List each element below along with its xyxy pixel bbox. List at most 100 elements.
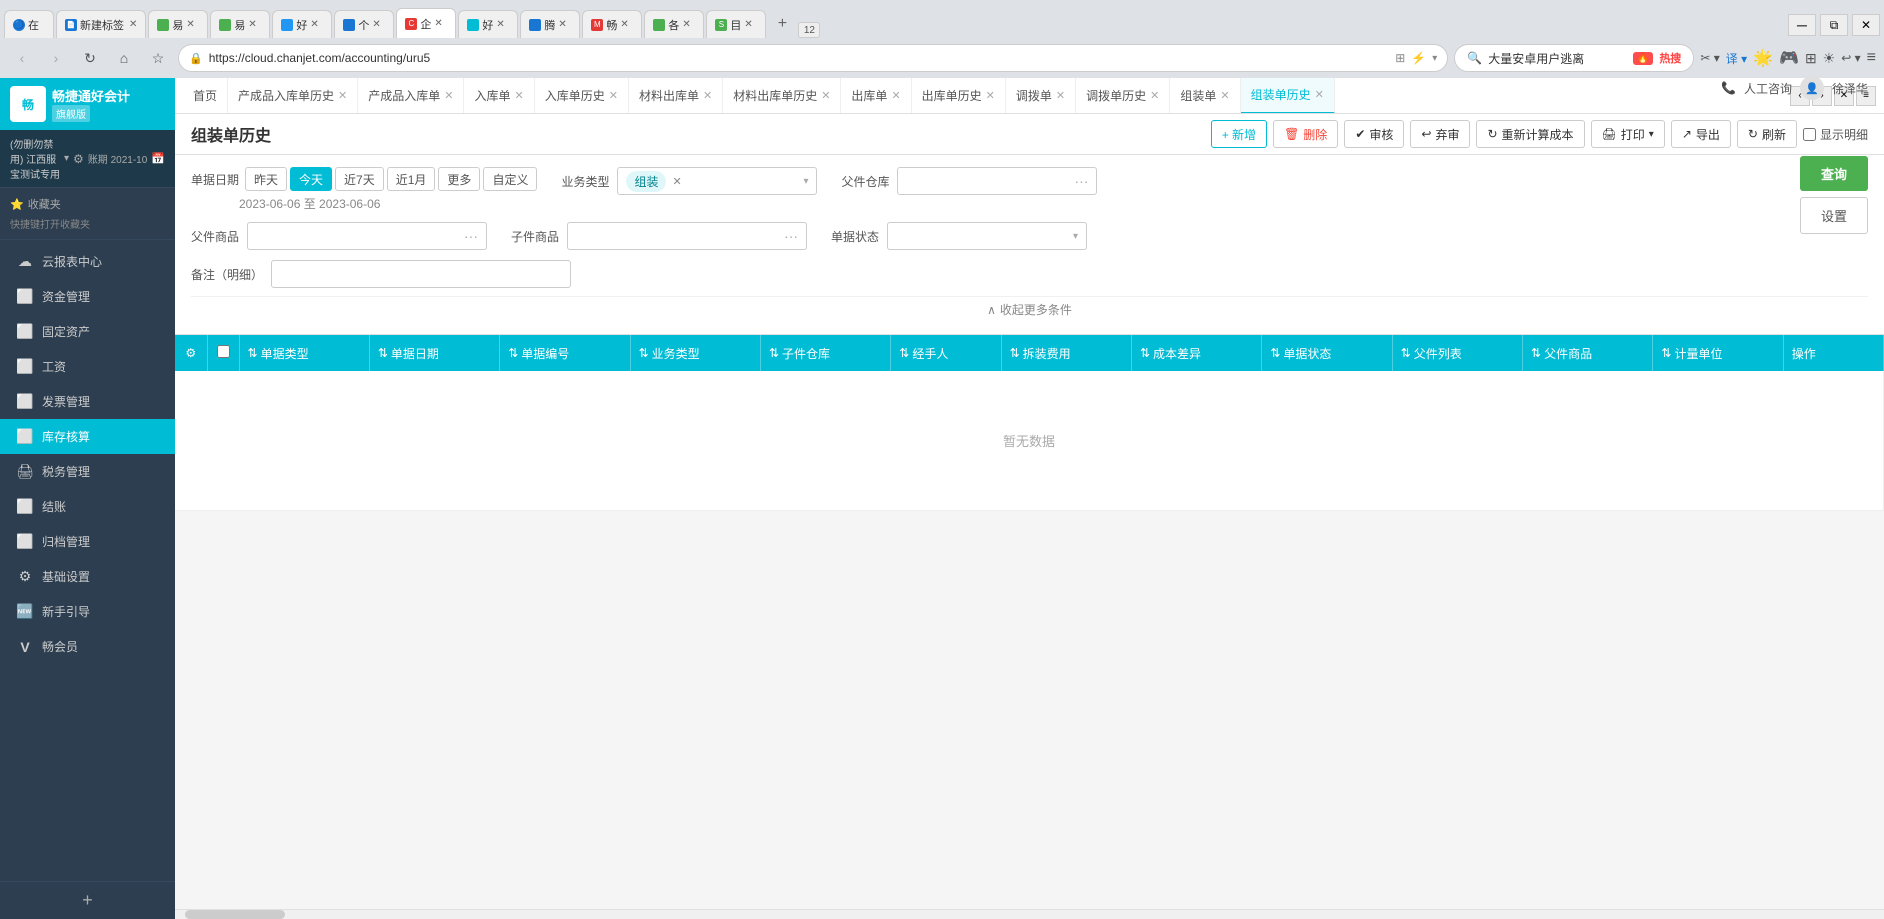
toolbar-grid[interactable]: ⊞ [1805,50,1817,67]
browser-tab-3[interactable]: 易 ✕ [148,10,208,38]
tab-close-icon[interactable]: ✕ [703,89,712,102]
settings-icon[interactable]: ⚙ [73,152,84,166]
date-custom[interactable]: 自定义 [483,167,537,191]
browser-tab-2[interactable]: 📄 新建标签 ✕ [56,10,146,38]
sidebar-item-fund[interactable]: ⬜ 资金管理 [0,279,175,314]
new-tab-button[interactable]: + [768,10,796,38]
dotdotdot-3[interactable]: ··· [784,228,798,244]
th-doc-date[interactable]: ⇅单据日期 [369,335,499,371]
toolbar-game[interactable]: 🎮 [1779,48,1799,68]
nav-forward[interactable]: › [42,44,70,72]
date-today[interactable]: 今天 [290,167,332,191]
sidebar-item-tax[interactable]: 🖨 税务管理 [0,454,175,489]
tab-home[interactable]: 首页 [183,78,228,114]
print-btn[interactable]: 🖨 打印 ▾ [1591,120,1665,148]
toolbar-scissors[interactable]: ✂ ▾ [1700,51,1719,65]
biz-type-tag-close[interactable]: ✕ [672,175,681,188]
sidebar-item-archive[interactable]: ⬜ 归档管理 [0,524,175,559]
th-unit[interactable]: ⇅计量单位 [1653,335,1783,371]
th-handler[interactable]: ⇅经手人 [891,335,1001,371]
company-selector[interactable]: (勿删勿禁用) 江西服宝测试专用 ▾ ⚙ 账期 2021-10 📅 [0,130,175,188]
tab-in-order-history[interactable]: 入库单历史 ✕ [535,78,629,114]
toolbar-brightness[interactable]: ☀ [1823,50,1836,67]
tab-close-icon[interactable]: ✕ [1315,88,1324,101]
th-biz-type[interactable]: ⇅业务类型 [630,335,760,371]
toolbar-menu[interactable]: ≡ [1867,49,1876,67]
dotdotdot-1[interactable]: ··· [1074,173,1088,189]
tab-close-icon[interactable]: ✕ [986,89,995,102]
qr-icon[interactable]: ⊞ [1395,51,1405,65]
tab-close-icon[interactable]: ✕ [1220,89,1229,102]
th-doc-status[interactable]: ⇅单据状态 [1262,335,1392,371]
boost-icon[interactable]: ⚡ [1411,51,1426,65]
th-doc-type[interactable]: ⇅单据类型 [239,335,369,371]
sidebar-item-fixed-assets[interactable]: ⬜ 固定资产 [0,314,175,349]
refresh-btn[interactable]: ↻ 刷新 [1737,120,1797,148]
tab-assembly-history[interactable]: 组装单历史 ✕ [1241,78,1335,114]
browser-tab-5[interactable]: 好 ✕ [272,10,332,38]
tab-close[interactable]: ✕ [186,19,194,30]
nav-bookmark[interactable]: ☆ [144,44,172,72]
tab-close[interactable]: ✕ [129,19,137,30]
window-minimize[interactable]: ─ [1788,14,1816,36]
tab-close-icon[interactable]: ✕ [515,89,524,102]
browser-tab-7[interactable]: C 企 ✕ [396,8,456,38]
tab-production-in-history[interactable]: 产成品入库单历史 ✕ [228,78,358,114]
date-1month[interactable]: 近1月 [387,167,436,191]
th-cost-diff[interactable]: ⇅成本差异 [1131,335,1261,371]
doc-status-select[interactable]: ▾ [887,222,1087,250]
biz-type-dropdown[interactable]: ▾ [803,176,808,187]
parent-goods-input[interactable]: ··· [247,222,487,250]
tab-close[interactable]: ✕ [620,19,628,30]
address-bar[interactable]: 🔒 https://cloud.chanjet.com/accounting/u… [178,44,1448,72]
query-btn[interactable]: 查询 [1800,156,1868,191]
parent-warehouse-input[interactable]: ··· [897,167,1097,195]
collapse-btn[interactable]: ∧ 收起更多条件 [191,296,1868,322]
tab-close[interactable]: ✕ [310,19,318,30]
th-disassembly-fee[interactable]: ⇅拆装费用 [1001,335,1131,371]
tab-transfer-history[interactable]: 调拨单历史 ✕ [1076,78,1170,114]
address-dropdown[interactable]: ▾ [1432,53,1437,64]
date-more[interactable]: 更多 [438,167,480,191]
nav-home[interactable]: ⌂ [110,44,138,72]
toolbar-emoji[interactable]: 🌟 [1753,48,1773,68]
tab-close-icon[interactable]: ✕ [338,89,347,102]
browser-tab-10[interactable]: M 畅 ✕ [582,10,642,38]
nav-refresh[interactable]: ↻ [76,44,104,72]
tab-close[interactable]: ✕ [744,19,752,30]
toolbar-undo[interactable]: ↩ ▾ [1841,51,1860,65]
sidebar-item-payroll[interactable]: ⬜ 工资 [0,349,175,384]
browser-tab-4[interactable]: 易 ✕ [210,10,270,38]
browser-tab-11[interactable]: 各 ✕ [644,10,704,38]
tab-close[interactable]: ✕ [434,18,442,29]
tab-close[interactable]: ✕ [682,19,690,30]
browser-tab-8[interactable]: 好 ✕ [458,10,518,38]
sidebar-item-settings[interactable]: ⚙ 基础设置 [0,559,175,594]
tab-close-icon[interactable]: ✕ [1056,89,1065,102]
delete-btn[interactable]: 🗑 删除 [1273,120,1338,148]
settings-filter-btn[interactable]: 设置 [1800,197,1868,234]
tab-production-in[interactable]: 产成品入库单 ✕ [358,78,464,114]
sidebar-add-btn[interactable]: + [0,881,175,919]
tab-assembly[interactable]: 组装单 ✕ [1170,78,1240,114]
th-parent-goods[interactable]: ⇅父件商品 [1523,335,1653,371]
sidebar-item-settle[interactable]: ⬜ 结账 [0,489,175,524]
window-close[interactable]: ✕ [1852,14,1880,36]
tab-close-icon[interactable]: ✕ [891,89,900,102]
export-btn[interactable]: ↗ 导出 [1671,120,1731,148]
biz-type-input[interactable]: 组装 ✕ ▾ [617,167,817,195]
sidebar-item-invoice[interactable]: ⬜ 发票管理 [0,384,175,419]
date-yesterday[interactable]: 昨天 [245,167,287,191]
tab-material-out-history[interactable]: 材料出库单历史 ✕ [723,78,841,114]
date-7days[interactable]: 近7天 [335,167,384,191]
browser-tab-9[interactable]: 腾 ✕ [520,10,580,38]
bookmarks-shortcut[interactable]: 快捷键打开收藏夹 [10,212,165,231]
tab-close[interactable]: ✕ [248,19,256,30]
bookmarks-header[interactable]: ⭐ 收藏夹 [10,196,165,212]
print-dropdown[interactable]: ▾ [1649,129,1654,140]
tab-close-icon[interactable]: ✕ [609,89,618,102]
child-goods-input[interactable]: ··· [567,222,807,250]
notes-input[interactable] [271,260,571,288]
tab-close[interactable]: ✕ [372,19,380,30]
tab-close-icon[interactable]: ✕ [821,89,830,102]
